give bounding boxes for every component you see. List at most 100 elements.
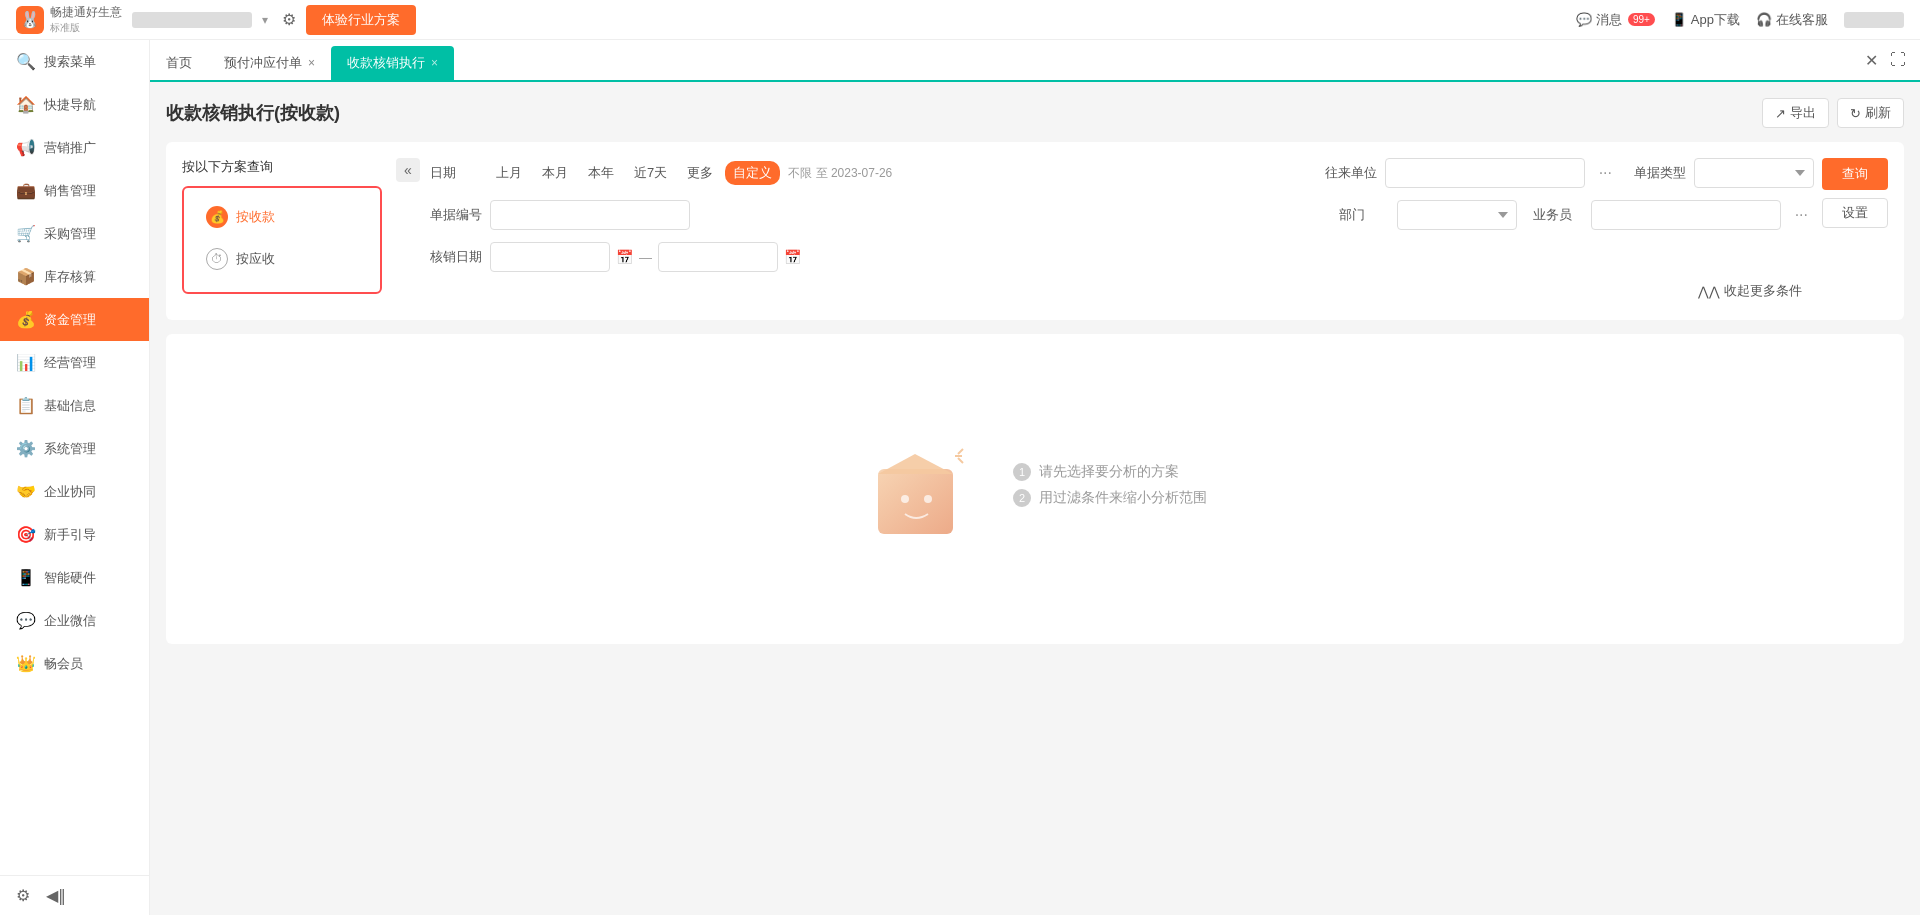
setting-button[interactable]: 设置 [1822,198,1888,228]
base-info-icon: 📋 [16,396,36,415]
export-icon: ↗ [1775,106,1786,121]
date-buttons: 上月 本月 本年 近7天 更多 自定义 [488,161,780,185]
svg-line-4 [958,449,963,454]
sidebar-item-marketing[interactable]: 📢 营销推广 [0,126,149,169]
sidebar-item-purchase[interactable]: 🛒 采购管理 [0,212,149,255]
app-download-button[interactable]: 📱 App下载 [1671,11,1740,29]
logo-icon: 🐰 [16,6,44,34]
filter-option-by-receipt[interactable]: 💰 按收款 [194,198,370,236]
sidebar-item-label: 库存核算 [44,268,96,286]
sidebar-item-guide[interactable]: 🎯 新手引导 [0,513,149,556]
tab-close-icon[interactable]: × [308,56,315,70]
sidebar-item-enterprise[interactable]: 🤝 企业协同 [0,470,149,513]
tab-bar-actions: ✕ ⛶ [1861,40,1920,80]
empty-text: 1 请先选择要分析的方案 2 用过滤条件来缩小分析范围 [1013,463,1207,515]
date-label: 日期 [430,164,480,182]
empty-state-container: 1 请先选择要分析的方案 2 用过滤条件来缩小分析范围 [166,334,1904,644]
tab-expand-button[interactable]: ⛶ [1886,47,1910,73]
empty-hint-1: 1 请先选择要分析的方案 [1013,463,1207,481]
topbar-chevron-icon[interactable]: ▾ [262,13,268,27]
doc-type-select[interactable] [1694,158,1814,188]
staff-label: 业务员 [1533,206,1583,224]
export-button[interactable]: ↗ 导出 [1762,98,1829,128]
by-receivable-icon: ⏱ [206,248,228,270]
verify-date-end-input[interactable]: 2023-07-21 [658,242,778,272]
counterparty-input[interactable] [1385,158,1585,188]
collapse-up-icon: ⋀⋀ [1698,284,1720,299]
collapse-panel-button[interactable]: « [396,158,420,182]
industry-solution-button[interactable]: 体验行业方案 [306,5,416,35]
sidebar-item-label: 新手引导 [44,526,96,544]
sidebar-item-sales[interactable]: 💼 销售管理 [0,169,149,212]
message-button[interactable]: 💬 消息 99+ [1576,11,1655,29]
sidebar-item-quick-nav[interactable]: 🏠 快捷导航 [0,83,149,126]
refresh-button[interactable]: ↻ 刷新 [1837,98,1904,128]
svg-line-6 [958,458,963,463]
main-layout: 🔍 搜索菜单 🏠 快捷导航 📢 营销推广 💼 销售管理 🛒 采购管理 📦 库存核… [0,40,1920,915]
last-7days-btn[interactable]: 近7天 [626,161,675,185]
sidebar-item-finance[interactable]: 💰 资金管理 [0,298,149,341]
staff-more-icon[interactable]: ··· [1789,206,1814,224]
empty-hint-1-text: 请先选择要分析的方案 [1039,463,1179,481]
tab-prepayment[interactable]: 预付冲应付单 × [208,46,331,80]
sidebar-item-label: 基础信息 [44,397,96,415]
sidebar-item-inventory[interactable]: 📦 库存核算 [0,255,149,298]
calendar-start-icon[interactable]: 📅 [616,249,633,265]
this-month-btn[interactable]: 本月 [534,161,576,185]
doc-no-input[interactable] [490,200,690,230]
sidebar-item-label: 智能硬件 [44,569,96,587]
empty-num-2: 2 [1013,489,1031,507]
sidebar-item-vip[interactable]: 👑 畅会员 [0,642,149,685]
tab-close-icon[interactable]: × [431,56,438,70]
inventory-icon: 📦 [16,267,36,286]
doc-type-field: 单据类型 [1634,158,1814,188]
guide-icon: 🎯 [16,525,36,544]
sidebar-item-hardware[interactable]: 📱 智能硬件 [0,556,149,599]
calendar-end-icon[interactable]: 📅 [784,249,801,265]
filter-option-by-receivable[interactable]: ⏱ 按应收 [194,240,370,278]
verify-date-field: 核销日期 2023-03-01 📅 — 2023-07-21 📅 [430,242,801,272]
sidebar-item-system[interactable]: ⚙️ 系统管理 [0,427,149,470]
message-badge: 99+ [1628,13,1655,26]
empty-illustration [863,434,973,544]
page-title: 收款核销执行(按收款) [166,101,340,125]
verify-date-label: 核销日期 [430,248,482,266]
empty-num-1: 1 [1013,463,1031,481]
counterparty-more-icon[interactable]: ··· [1593,164,1618,182]
app-download-label: App下载 [1691,11,1740,29]
purchase-icon: 🛒 [16,224,36,243]
sidebar-item-label: 资金管理 [44,311,96,329]
staff-input[interactable] [1591,200,1781,230]
empty-state-content: 1 请先选择要分析的方案 2 用过滤条件来缩小分析范围 [863,434,1207,544]
dept-select[interactable] [1397,200,1517,230]
marketing-icon: 📢 [16,138,36,157]
sidebar-item-wechat[interactable]: 💬 企业微信 [0,599,149,642]
sidebar-settings-icon[interactable]: ⚙ [16,886,30,905]
sidebar-collapse-icon[interactable]: ◀‖ [46,886,66,905]
collapse-more-button[interactable]: ⋀⋀ 收起更多条件 [1686,278,1814,304]
sidebar-item-base-info[interactable]: 📋 基础信息 [0,384,149,427]
filter-right: 日期 上月 本月 本年 近7天 更多 自定义 不限 至 2023-07-26 [430,158,1888,304]
tab-receipt-verify[interactable]: 收款核销执行 × [331,46,454,80]
collapse-more-label: 收起更多条件 [1724,282,1802,300]
sidebar-item-search-menu[interactable]: 🔍 搜索菜单 [0,40,149,83]
filter-row-2: 单据编号 部门 业务员 [430,200,1814,230]
date-separator: — [639,250,652,265]
quick-nav-icon: 🏠 [16,95,36,114]
custom-date-btn[interactable]: 自定义 [725,161,780,185]
query-button[interactable]: 查询 [1822,158,1888,190]
tab-home[interactable]: 首页 [150,46,208,80]
tab-prepayment-label: 预付冲应付单 [224,54,302,72]
this-year-btn[interactable]: 本年 [580,161,622,185]
sidebar-item-label: 畅会员 [44,655,83,673]
filter-section: 按以下方案查询 💰 按收款 ⏱ 按应收 « [166,142,1904,320]
more-date-btn[interactable]: 更多 [679,161,721,185]
last-month-btn[interactable]: 上月 [488,161,530,185]
settings-icon[interactable]: ⚙ [282,10,296,29]
online-service-button[interactable]: 🎧 在线客服 [1756,11,1828,29]
tab-close-button[interactable]: ✕ [1861,47,1882,74]
verify-date-start-input[interactable]: 2023-03-01 [490,242,610,272]
empty-hint-2-text: 用过滤条件来缩小分析范围 [1039,489,1207,507]
empty-hint-2: 2 用过滤条件来缩小分析范围 [1013,489,1207,507]
sidebar-item-operation[interactable]: 📊 经营管理 [0,341,149,384]
